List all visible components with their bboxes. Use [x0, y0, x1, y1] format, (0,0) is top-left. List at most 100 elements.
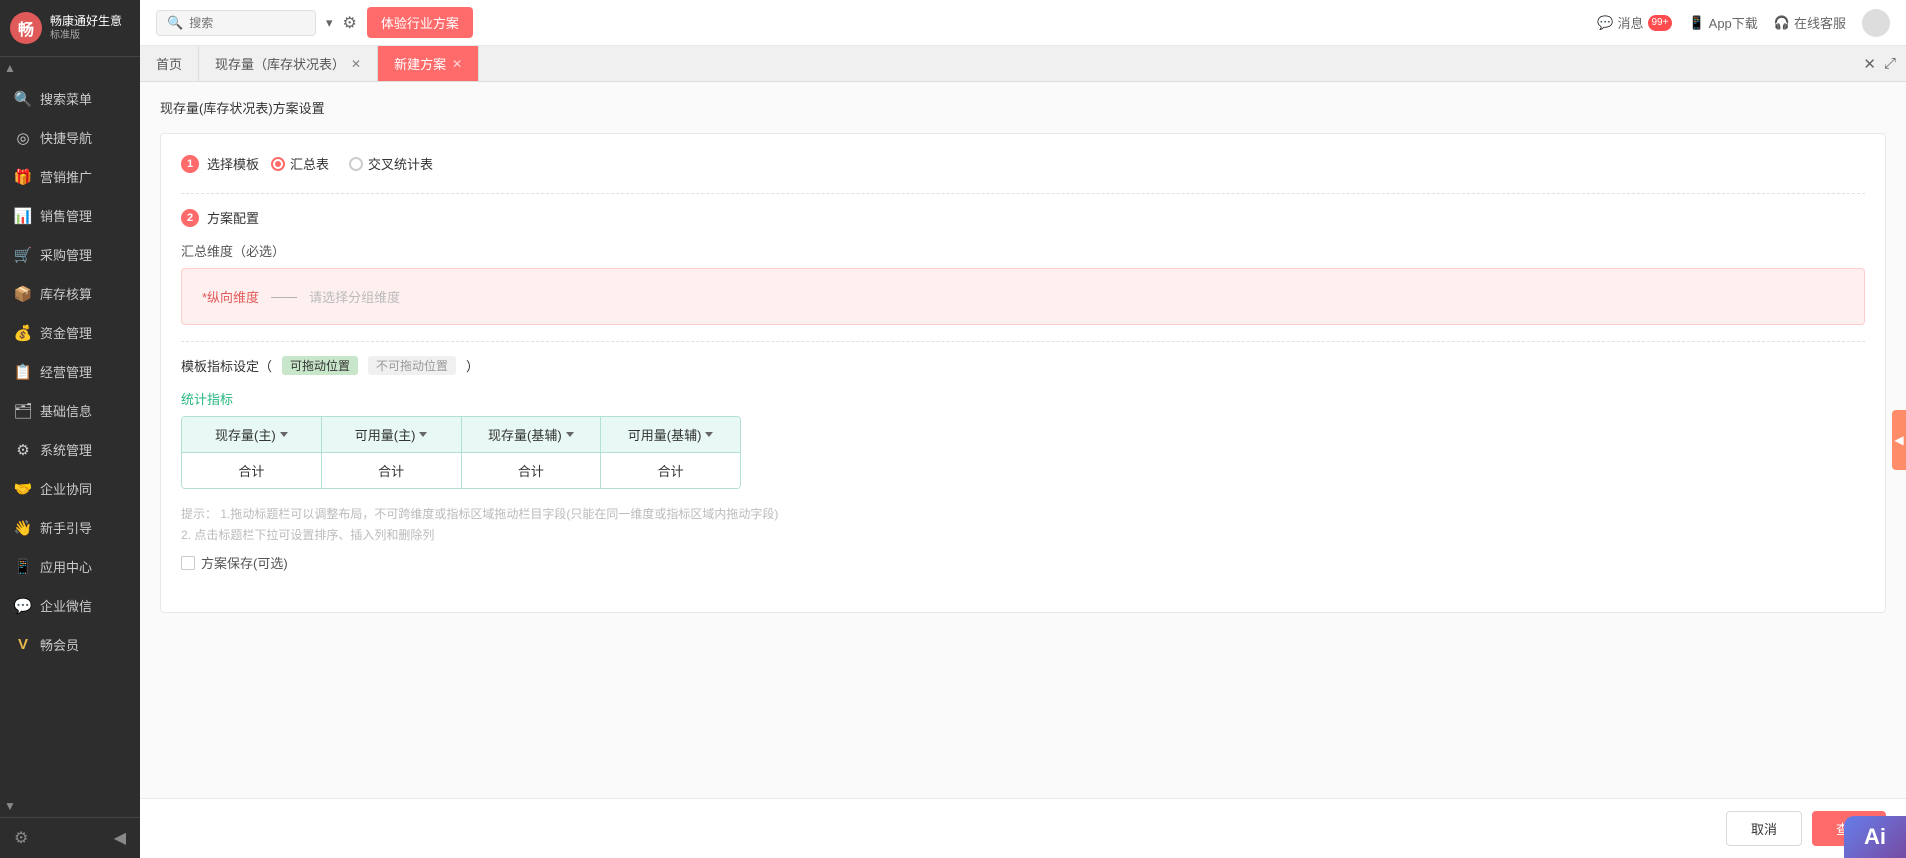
sidebar-scroll-up[interactable]: ▲ — [0, 57, 140, 79]
vertical-dimension-label: *纵向维度 — [202, 287, 259, 306]
cancel-button[interactable]: 取消 — [1726, 811, 1802, 846]
online-service-button[interactable]: 🎧 在线客服 — [1774, 13, 1846, 32]
ai-badge[interactable]: Ai — [1844, 816, 1906, 858]
sales-icon: 📊 — [14, 207, 32, 225]
sidebar-item-system[interactable]: ⚙ 系统管理 — [0, 430, 140, 469]
tips-header: 提示： 1.拖动标题栏可以调整布局，不可跨维度或指标区域拖动栏目字段(只能在同一… — [181, 505, 1865, 522]
tip-item-2: 2. 点击标题栏下拉可设置排序、插入列和删除列 — [181, 526, 1865, 543]
footer-bar: 取消 查询 — [140, 798, 1906, 858]
collapse-icon[interactable]: ◀ — [114, 828, 126, 848]
sidebar-item-app-center[interactable]: 📱 应用中心 — [0, 547, 140, 586]
indicator-settings-suffix: ） — [466, 356, 479, 375]
topbar: 🔍 ▾ ⚙ 体验行业方案 💬 消息 99+ 📱 App下载 🎧 在线客服 — [140, 0, 1906, 46]
save-checkbox[interactable] — [181, 556, 195, 570]
messages-button[interactable]: 💬 消息 99+ — [1597, 13, 1672, 32]
inventory-tab-close[interactable]: ✕ — [351, 57, 361, 71]
quick-nav-icon: ◎ — [14, 129, 32, 147]
finance-icon: 💰 — [14, 324, 32, 342]
newbie-icon: 👋 — [14, 519, 32, 537]
stats-table-body: 合计 合计 合计 合计 — [182, 452, 740, 488]
message-icon: 💬 — [1597, 15, 1613, 31]
col-chevron-1[interactable] — [419, 432, 427, 437]
search-icon: 🔍 — [14, 90, 32, 108]
operations-icon: 📋 — [14, 363, 32, 381]
topbar-left: 🔍 ▾ ⚙ 体验行业方案 — [156, 7, 473, 38]
sidebar-scroll-down[interactable]: ▼ — [0, 795, 140, 817]
col-header-1[interactable]: 可用量(主) — [322, 417, 462, 452]
col-body-1: 合计 — [322, 453, 462, 488]
tab-new-plan[interactable]: 新建方案 ✕ — [378, 46, 479, 81]
col-header-label-2: 现存量(基辅) — [488, 425, 562, 444]
section-plan-config: 2 方案配置 汇总维度（必选） *纵向维度 —— 请选择分组维度 模板指标设定（… — [181, 208, 1865, 572]
section2-title: 方案配置 — [207, 208, 259, 227]
fixed-badge: 不可拖动位置 — [368, 356, 456, 375]
tab-home[interactable]: 首页 — [140, 46, 199, 81]
enterprise-icon: 🤝 — [14, 480, 32, 498]
col-header-label-1: 可用量(主) — [355, 425, 416, 444]
tab-inventory[interactable]: 现存量（库存状况表） ✕ — [199, 46, 378, 81]
dropdown-button[interactable]: ▾ — [326, 15, 333, 31]
section1-header: 1 选择模板 汇总表 交叉统计表 — [181, 154, 1865, 173]
sidebar-item-enterprise[interactable]: 🤝 企业协同 — [0, 469, 140, 508]
sidebar-item-basic-info[interactable]: 🗂 基础信息 — [0, 391, 140, 430]
dimension-required-area[interactable]: *纵向维度 —— 请选择分组维度 — [181, 268, 1865, 325]
sidebar-item-operations[interactable]: 📋 经营管理 — [0, 352, 140, 391]
sidebar-item-sales[interactable]: 📊 销售管理 — [0, 196, 140, 235]
headset-icon: 🎧 — [1774, 15, 1790, 31]
vip-icon: V — [14, 636, 32, 654]
col-header-0[interactable]: 现存量(主) — [182, 417, 322, 452]
section-divider-1 — [181, 193, 1865, 194]
section2-header: 2 方案配置 — [181, 208, 1865, 227]
radio-summary-circle — [271, 157, 285, 171]
save-option: 方案保存(可选) — [181, 553, 1865, 572]
expand-panel-icon[interactable]: ⤢ — [1884, 55, 1896, 72]
content-area: 现存量(库存状况表)方案设置 1 选择模板 汇总表 交叉统计表 — [140, 82, 1906, 798]
tips-section: 提示： 1.拖动标题栏可以调整布局，不可跨维度或指标区域拖动栏目字段(只能在同一… — [181, 505, 1865, 543]
close-panel-icon[interactable]: ✕ — [1863, 55, 1876, 73]
settings-icon[interactable]: ⚙ — [14, 828, 28, 848]
tabs-bar: 首页 现存量（库存状况表） ✕ 新建方案 ✕ ✕ ⤢ — [140, 46, 1906, 82]
user-avatar[interactable] — [1862, 9, 1890, 37]
sidebar-item-finance[interactable]: 💰 资金管理 — [0, 313, 140, 352]
search-input[interactable] — [189, 16, 305, 30]
sidebar-footer: ⚙ ◀ — [0, 817, 140, 858]
search-box[interactable]: 🔍 — [156, 10, 316, 36]
app-logo-icon: 畅 — [10, 12, 42, 44]
purchase-icon: 🛒 — [14, 246, 32, 264]
col-body-3: 合计 — [601, 453, 740, 488]
sidebar-item-wechat[interactable]: 💬 企业微信 — [0, 586, 140, 625]
col-body-2: 合计 — [462, 453, 602, 488]
section1-number: 1 — [181, 155, 199, 173]
slide-handle-icon: ◀ — [1894, 433, 1903, 447]
section-choose-template: 1 选择模板 汇总表 交叉统计表 — [181, 154, 1865, 173]
basic-info-icon: 🗂 — [14, 402, 32, 420]
main-area: 🔍 ▾ ⚙ 体验行业方案 💬 消息 99+ 📱 App下载 🎧 在线客服 — [140, 0, 1906, 858]
tab-extras: ✕ ⤢ — [1863, 55, 1906, 73]
slide-handle[interactable]: ◀ — [1892, 410, 1906, 470]
sidebar-item-inventory[interactable]: 📦 库存核算 — [0, 274, 140, 313]
sidebar-item-marketing[interactable]: 🎁 营销推广 — [0, 157, 140, 196]
sidebar-item-quick-nav[interactable]: ◎ 快捷导航 — [0, 118, 140, 157]
sidebar-item-purchase[interactable]: 🛒 采购管理 — [0, 235, 140, 274]
app-center-icon: 📱 — [14, 558, 32, 576]
sidebar-item-search[interactable]: 🔍 搜索菜单 — [0, 79, 140, 118]
settings-gear-icon[interactable]: ⚙ — [343, 13, 357, 33]
col-chevron-3[interactable] — [705, 432, 713, 437]
col-header-3[interactable]: 可用量(基辅) — [601, 417, 740, 452]
new-plan-tab-close[interactable]: ✕ — [452, 57, 462, 71]
app-download-button[interactable]: 📱 App下载 — [1688, 13, 1757, 32]
sidebar-item-vip[interactable]: V 畅会员 — [0, 625, 140, 664]
sidebar-item-newbie[interactable]: 👋 新手引导 — [0, 508, 140, 547]
trial-industry-button[interactable]: 体验行业方案 — [367, 7, 473, 38]
stats-table-header: 现存量(主) 可用量(主) 现存量(基辅) 可用量(基辅) — [182, 417, 740, 452]
radio-cross[interactable]: 交叉统计表 — [349, 154, 433, 173]
col-chevron-2[interactable] — [566, 432, 574, 437]
template-radio-group: 汇总表 交叉统计表 — [271, 154, 433, 173]
sidebar: 畅 畅康通好生意 标准版 ▲ 🔍 搜索菜单 ◎ 快捷导航 🎁 营销推广 📊 销售… — [0, 0, 140, 858]
system-icon: ⚙ — [14, 441, 32, 459]
col-chevron-0[interactable] — [280, 432, 288, 437]
radio-summary[interactable]: 汇总表 — [271, 154, 329, 173]
radio-summary-label: 汇总表 — [290, 154, 329, 173]
col-header-2[interactable]: 现存量(基辅) — [462, 417, 602, 452]
section1-title: 选择模板 — [207, 154, 259, 173]
